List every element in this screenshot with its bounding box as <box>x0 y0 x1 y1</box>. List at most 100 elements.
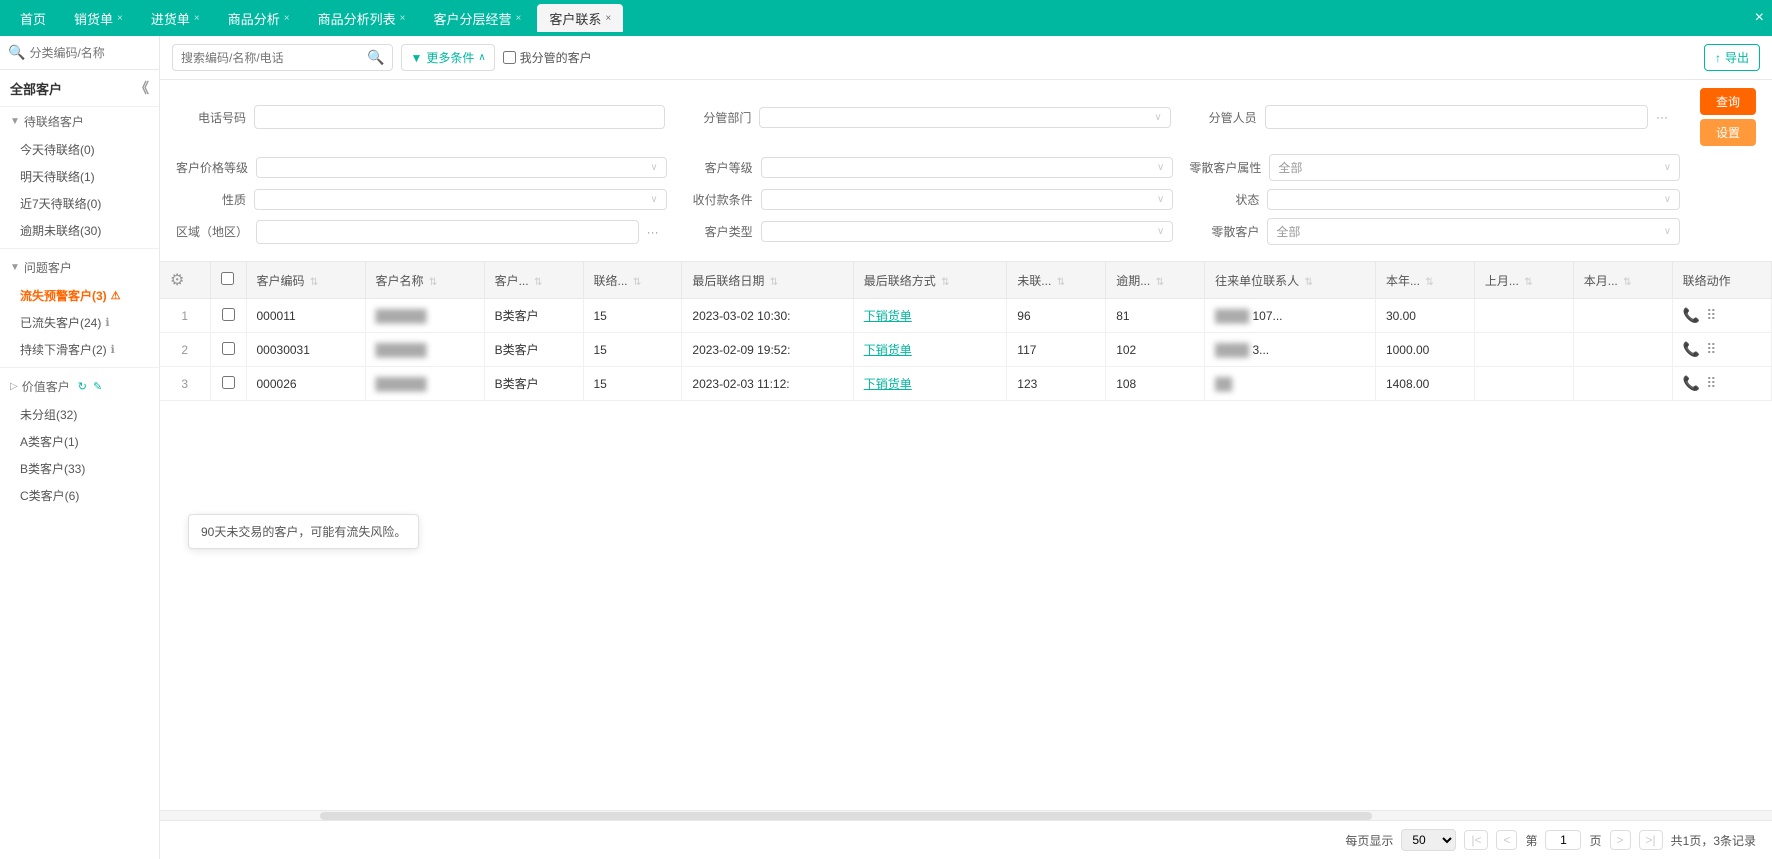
filter-price-level-select[interactable]: ∨ <box>256 157 667 178</box>
sidebar-item-churned[interactable]: 已流失客户(24) ℹ <box>0 309 159 336</box>
row-2-phone-icon[interactable]: 📞 <box>1683 341 1700 358</box>
select-all-checkbox[interactable] <box>221 272 234 285</box>
nav-customer-tier[interactable]: 客户分层经营 × <box>421 4 533 32</box>
filter-nature-select[interactable]: ∨ <box>254 189 667 210</box>
th-type[interactable]: 客户... ⇅ <box>484 262 583 299</box>
row-1-phone-icon[interactable]: 📞 <box>1683 307 1700 324</box>
th-no-contact[interactable]: 未联... ⇅ <box>1007 262 1106 299</box>
nav-customer-tier-close[interactable]: × <box>515 13 521 24</box>
filter-retail-customer-select[interactable]: 全部 ∨ <box>1267 218 1680 245</box>
filter-status-select[interactable]: ∨ <box>1267 189 1680 210</box>
sidebar-group-problem-title[interactable]: ▼ 问题客户 <box>0 253 159 282</box>
nav-goods-list[interactable]: 商品分析列表 × <box>306 4 418 32</box>
per-page-select[interactable]: 50 20 100 <box>1401 829 1456 851</box>
close-all-button[interactable]: × <box>1755 9 1764 27</box>
th-code[interactable]: 客户编码 ⇅ <box>246 262 365 299</box>
row-checkbox-2[interactable] <box>210 333 246 367</box>
nav-customer-contact[interactable]: 客户联系 × <box>537 4 623 32</box>
first-page-button[interactable]: |< <box>1464 830 1488 850</box>
sidebar-item-overdue[interactable]: 逾期未联络(30) <box>0 217 159 244</box>
nav-purchase[interactable]: 进货单 × <box>139 4 212 32</box>
th-last-date[interactable]: 最后联络日期 ⇅ <box>682 262 853 299</box>
th-code-sort[interactable]: ⇅ <box>310 277 318 288</box>
sidebar-item-churn-warning[interactable]: 流失预警客户(3) ⚠ <box>0 282 159 309</box>
filter-region-more-icon[interactable]: ··· <box>639 225 667 239</box>
nav-goods-analysis[interactable]: 商品分析 × <box>216 4 302 32</box>
th-contact-sort[interactable]: ⇅ <box>633 277 641 288</box>
filter-payment-select[interactable]: ∨ <box>761 189 1174 210</box>
more-filter-button[interactable]: ▼ 更多条件 ∧ <box>401 44 494 71</box>
scrollbar-track[interactable] <box>320 812 1372 820</box>
next-page-button[interactable]: > <box>1610 830 1631 850</box>
th-contacts[interactable]: 往来单位联系人 ⇅ <box>1205 262 1376 299</box>
th-type-sort[interactable]: ⇅ <box>534 277 542 288</box>
my-customers-checkbox-label[interactable]: 我分管的客户 <box>503 49 592 66</box>
th-no-contact-sort[interactable]: ⇅ <box>1057 277 1065 288</box>
th-this-month-sort[interactable]: ⇅ <box>1623 277 1631 288</box>
sidebar-item-a-class[interactable]: A类客户(1) <box>0 428 159 455</box>
th-name-sort[interactable]: ⇅ <box>429 277 437 288</box>
prev-page-button[interactable]: < <box>1496 830 1517 850</box>
row-last-type-1[interactable]: 下销货单 <box>853 299 1007 333</box>
row-1-checkbox[interactable] <box>222 308 235 321</box>
th-contact[interactable]: 联络... ⇅ <box>583 262 682 299</box>
sidebar-item-ungroup[interactable]: 未分组(32) <box>0 401 159 428</box>
sidebar-item-b-class[interactable]: B类客户(33) <box>0 455 159 482</box>
row-last-type-2[interactable]: 下销货单 <box>853 333 1007 367</box>
th-overdue-sort[interactable]: ⇅ <box>1156 277 1164 288</box>
settings-button[interactable]: 设置 <box>1700 119 1756 146</box>
search-submit-icon[interactable]: 🔍 <box>367 49 384 66</box>
filter-phone-input[interactable] <box>254 105 665 129</box>
th-this-month[interactable]: 本月... ⇅ <box>1573 262 1672 299</box>
filter-customer-type-select[interactable]: ∨ <box>761 221 1174 242</box>
filter-customer-level-select[interactable]: ∨ <box>761 157 1174 178</box>
filter-region-input[interactable] <box>256 220 639 244</box>
sidebar-item-tomorrow[interactable]: 明天待联络(1) <box>0 163 159 190</box>
sidebar-item-declining[interactable]: 持续下滑客户(2) ℹ <box>0 336 159 363</box>
row-3-checkbox[interactable] <box>222 376 235 389</box>
sidebar-item-today[interactable]: 今天待联络(0) <box>0 136 159 163</box>
row-2-checkbox[interactable] <box>222 342 235 355</box>
value-group-refresh[interactable]: ↻ <box>78 380 87 393</box>
th-name[interactable]: 客户名称 ⇅ <box>365 262 484 299</box>
filter-dept-select[interactable]: ∨ <box>759 107 1170 128</box>
th-last-month[interactable]: 上月... ⇅ <box>1474 262 1573 299</box>
nav-purchase-close[interactable]: × <box>194 13 200 24</box>
nav-home[interactable]: 首页 <box>8 4 58 32</box>
sidebar-group-value-title[interactable]: ▷ 价值客户 ↻ ✎ <box>0 372 159 401</box>
sidebar-search-input[interactable] <box>29 46 160 60</box>
th-last-type[interactable]: 最后联络方式 ⇅ <box>853 262 1007 299</box>
th-this-year-sort[interactable]: ⇅ <box>1425 277 1433 288</box>
nav-customer-contact-close[interactable]: × <box>605 13 611 24</box>
sidebar-item-c-class[interactable]: C类客户(6) <box>0 482 159 509</box>
row-1-more-icon[interactable]: ⠿ <box>1706 307 1716 324</box>
horizontal-scrollbar[interactable] <box>160 810 1772 820</box>
nav-sales-close[interactable]: × <box>117 13 123 24</box>
value-group-edit[interactable]: ✎ <box>93 380 102 393</box>
row-3-phone-icon[interactable]: 📞 <box>1683 375 1700 392</box>
nav-goods-list-close[interactable]: × <box>400 13 406 24</box>
th-overdue[interactable]: 逾期... ⇅ <box>1106 262 1205 299</box>
sidebar-group-pending-title[interactable]: ▼ 待联络客户 <box>0 107 159 136</box>
row-3-more-icon[interactable]: ⠿ <box>1706 375 1716 392</box>
filter-manager-more-icon[interactable]: ··· <box>1648 110 1676 124</box>
filter-retail-attr-select[interactable]: 全部 ∨ <box>1269 154 1680 181</box>
th-last-date-sort[interactable]: ⇅ <box>770 277 778 288</box>
nav-sales[interactable]: 销货单 × <box>62 4 135 32</box>
page-number-input[interactable] <box>1545 830 1581 850</box>
gear-icon[interactable]: ⚙ <box>170 272 184 289</box>
row-checkbox-3[interactable] <box>210 367 246 401</box>
th-last-type-sort[interactable]: ⇅ <box>941 277 949 288</box>
sidebar-item-7days[interactable]: 近7天待联络(0) <box>0 190 159 217</box>
my-customers-checkbox[interactable] <box>503 51 516 64</box>
nav-goods-analysis-close[interactable]: × <box>284 13 290 24</box>
search-input[interactable] <box>181 51 361 65</box>
row-last-type-3[interactable]: 下销货单 <box>853 367 1007 401</box>
row-2-more-icon[interactable]: ⠿ <box>1706 341 1716 358</box>
query-button[interactable]: 查询 <box>1700 88 1756 115</box>
row-checkbox-1[interactable] <box>210 299 246 333</box>
last-page-button[interactable]: >| <box>1639 830 1663 850</box>
export-button[interactable]: ↑ 导出 <box>1704 44 1760 71</box>
th-contacts-sort[interactable]: ⇅ <box>1304 277 1312 288</box>
sidebar-all-customers-header[interactable]: 全部客户 《 <box>0 70 159 107</box>
